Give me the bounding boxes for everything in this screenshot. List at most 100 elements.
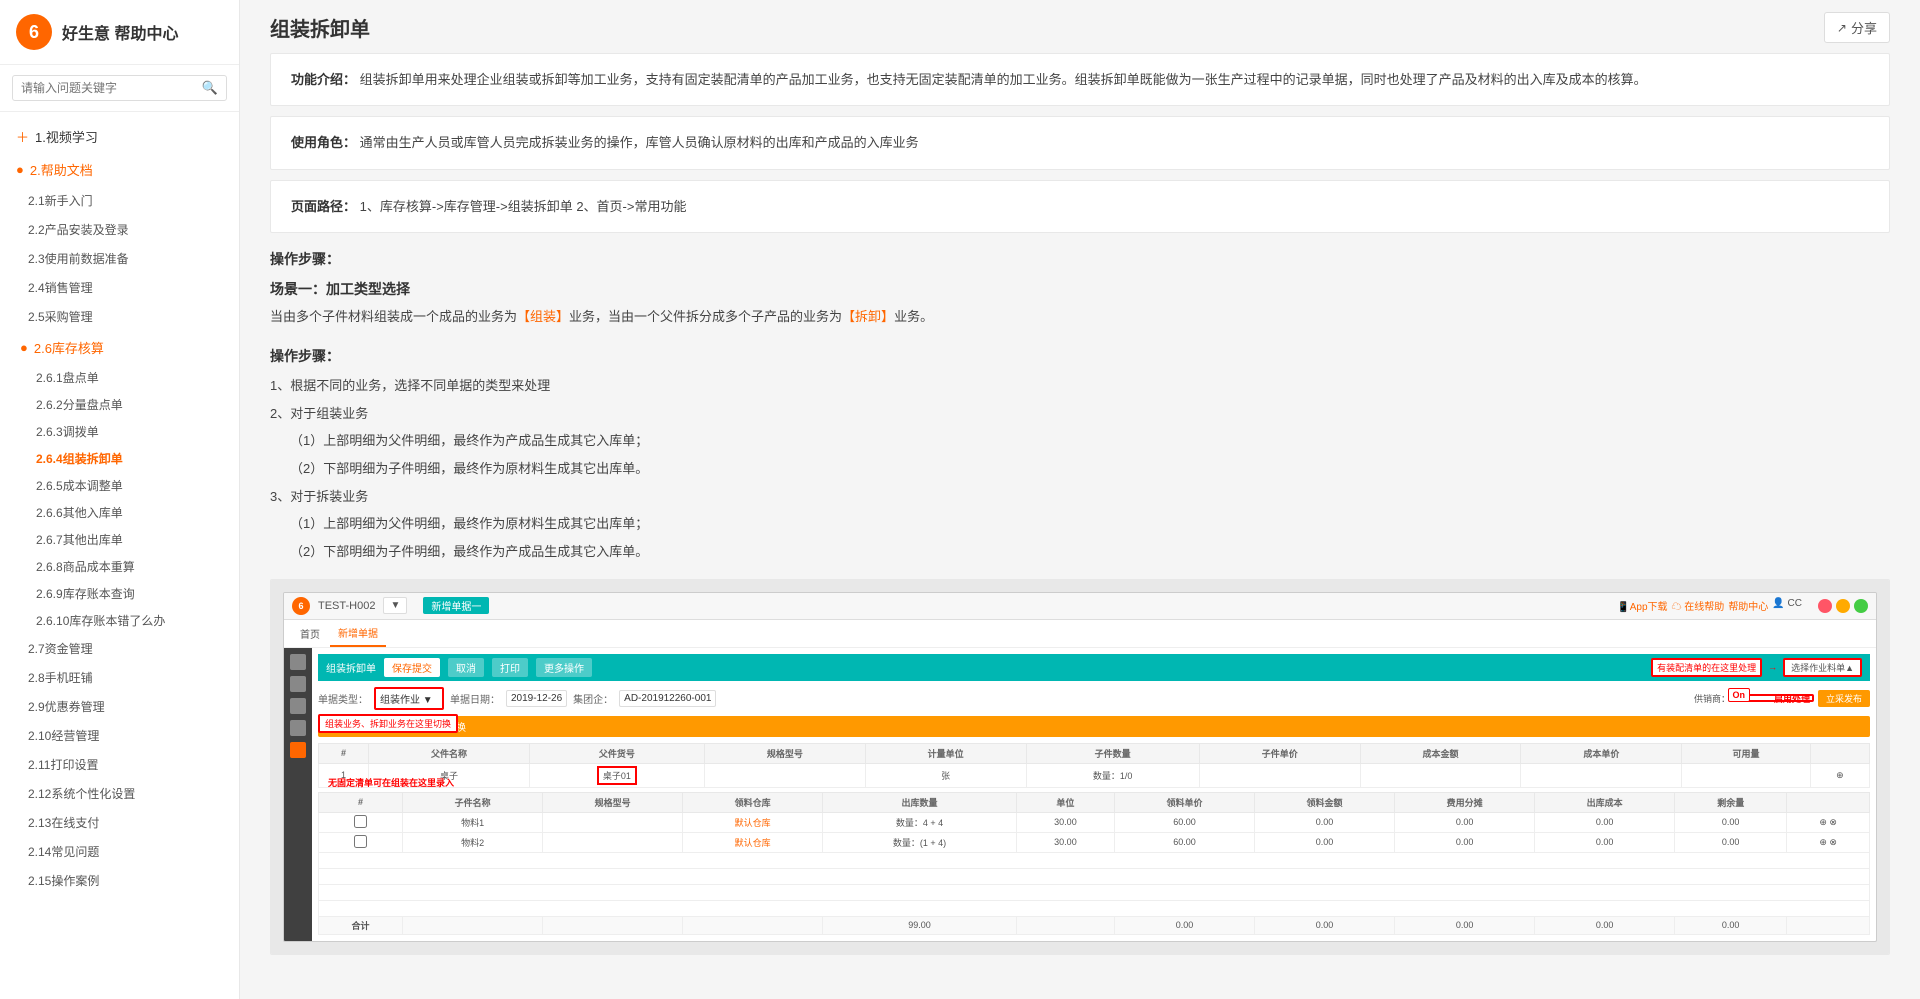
col-b-price: 领料单价: [1114, 792, 1254, 812]
confirm-btn[interactable]: 立采发布: [1818, 690, 1870, 707]
sidebar-item-account-wrong[interactable]: 2.6.10库存账本错了么办: [0, 607, 239, 634]
sidebar-item-docs[interactable]: ● 2.帮助文档: [0, 153, 239, 186]
sidebar-item-other-in[interactable]: 2.6.6其他入库单: [0, 499, 239, 526]
step3-sub2: （2）下部明细为子件明细，最终作为产成品生成其它入库单。: [270, 540, 1890, 565]
cell-b-remain1: 0.00: [1675, 812, 1787, 832]
top-bar: 组装拆卸单 ↗ 分享: [240, 0, 1920, 53]
save-submit-btn[interactable]: 保存提交: [384, 658, 440, 677]
sidebar-item-print[interactable]: 2.11打印设置: [0, 750, 239, 779]
sidebar-item-coupon[interactable]: 2.9优惠券管理: [0, 692, 239, 721]
sidebar-item-video[interactable]: ＋ 1.视频学习: [0, 120, 239, 153]
sidebar-item-stocktake[interactable]: 2.6.1盘点单: [0, 364, 239, 391]
sidebar-item-split-stocktake[interactable]: 2.6.2分量盘点单: [0, 391, 239, 418]
sidebar-item-online-pay[interactable]: 2.13在线支付: [0, 808, 239, 837]
col-b-warehouse: 领料仓库: [683, 792, 823, 812]
cell-action: ⊕: [1810, 763, 1869, 787]
sidebar-item-inventory[interactable]: ● 2.6库存核算: [0, 331, 239, 364]
app-company-dropdown[interactable]: ▼: [383, 597, 407, 614]
cell-total-5: [1016, 916, 1114, 934]
select-materials-btn[interactable]: 选择作业料单▲: [1783, 658, 1862, 677]
cell-b-amt1: 0.00: [1255, 812, 1395, 832]
sidebar-item-purchase[interactable]: 2.5采购管理: [0, 302, 239, 331]
path-text: 1、库存核算->库存管理->组装拆卸单 2、首页->常用功能: [360, 199, 687, 214]
annotation-enable: 启用处理: [1774, 692, 1810, 705]
steps-title: 操作步骤：: [270, 346, 1890, 366]
cell-b-cost1: 0.00: [1535, 812, 1675, 832]
sidebar-item-other-out[interactable]: 2.6.7其他出库单: [0, 526, 239, 553]
sku-input[interactable]: 桌子01: [597, 766, 637, 785]
sidebar-item-newcomer[interactable]: 2.1新手入门: [0, 186, 239, 215]
sidebar-item-fund[interactable]: 2.7资金管理: [0, 634, 239, 663]
cell-b-qty1: 数量：4 + 4: [823, 812, 1017, 832]
sidebar-item-mobile[interactable]: 2.8手机旺铺: [0, 663, 239, 692]
sidebar-item-cost-adjust[interactable]: 2.6.5成本调整单: [0, 472, 239, 499]
cancel-btn[interactable]: 取消: [448, 658, 484, 677]
table-row: 1 桌子 桌子01 张 数量：1/0: [319, 763, 1870, 787]
row-checkbox-1[interactable]: [354, 815, 367, 828]
cell-b-name1: 物料1: [403, 812, 543, 832]
sidebar-item-sales[interactable]: 2.4销售管理: [0, 273, 239, 302]
cell-available: [1682, 763, 1811, 787]
app-nav-new-doc[interactable]: 新增单据: [330, 620, 386, 647]
col-b-qty: 出库数量: [823, 792, 1017, 812]
search-input[interactable]: [21, 81, 202, 95]
col-b-unit: 单位: [1016, 792, 1114, 812]
sidebar-item-cases[interactable]: 2.15操作案例: [0, 866, 239, 895]
maximize-window-icon[interactable]: [1854, 599, 1868, 613]
nav-group-video: ＋ 1.视频学习: [0, 120, 239, 153]
sidebar-item-cost-recalc[interactable]: 2.6.8商品成本重算: [0, 553, 239, 580]
close-window-icon[interactable]: [1818, 599, 1832, 613]
intro-text: 组装拆卸单用来处理企业组装或拆卸等加工业务，支持有固定装配清单的产品加工业务，也…: [360, 72, 1647, 87]
form-input-type[interactable]: 组装作业 ▼: [374, 687, 444, 710]
cell-b-unit1: 30.00: [1016, 812, 1114, 832]
app-side-icon-4: [290, 720, 306, 736]
app-side-icon-2: [290, 676, 306, 692]
table-bottom-wrapper: 无固定清单可在组装在这里录入 # 子件名称 规格型号 领料仓库 出: [318, 792, 1870, 935]
scenario1-title: 场景一：加工类型选择: [270, 279, 1890, 299]
empty-row-4: [319, 868, 1870, 884]
cell-total-2: [543, 916, 683, 934]
cell-b-spec2: [543, 832, 683, 852]
cell-b-amt2: 0.00: [1255, 832, 1395, 852]
search-icon[interactable]: 🔍: [202, 80, 218, 96]
row-checkbox-2[interactable]: [354, 835, 367, 848]
sidebar-item-ops[interactable]: 2.10经营管理: [0, 721, 239, 750]
nav-sub-group-inventory: ● 2.6库存核算 2.6.1盘点单 2.6.2分量盘点单 2.6.3调拨单 2…: [0, 331, 239, 634]
share-button[interactable]: ↗ 分享: [1824, 12, 1890, 43]
cell-cost-amt: [1360, 763, 1521, 787]
arrow-right1: →: [1768, 662, 1777, 672]
sidebar-item-transfer[interactable]: 2.6.3调拨单: [0, 418, 239, 445]
cell-total-10: 0.00: [1675, 916, 1787, 934]
new-doc-btn[interactable]: 新增单据一: [423, 597, 489, 614]
empty-row-6: [319, 900, 1870, 916]
switcher-on-area: On: [1728, 688, 1751, 702]
annotation-no-bom: 无固定清单可在组装在这里录入: [328, 776, 454, 789]
screenshot-container: 6 TEST-H002 ▼ 新增单据一 📱App下载 ☁ 在线帮助 帮助中心 👤…: [270, 579, 1890, 955]
form-input-docnum[interactable]: AD-201912260-001: [619, 690, 716, 707]
form-input-date[interactable]: 2019-12-26: [506, 690, 567, 707]
annotation-right-area: 有装配清单的在这里处理 → 选择作业料单▲: [1651, 658, 1862, 677]
sidebar-item-prepare[interactable]: 2.3使用前数据准备: [0, 244, 239, 273]
col-b-child-name: 子件名称: [403, 792, 543, 812]
doc-type-label: 组装拆卸单: [326, 660, 376, 675]
table-row: [319, 852, 1870, 868]
col-parent-sku: 父件货号: [529, 743, 704, 763]
step2: 2、对于组装业务: [270, 402, 1890, 427]
print-btn[interactable]: 打印: [492, 658, 528, 677]
more-ops-btn[interactable]: 更多操作: [536, 658, 592, 677]
logo-area: 6 好生意 帮助中心: [0, 0, 239, 65]
page-title: 组装拆卸单: [270, 13, 370, 42]
cell-b-name2: 物料2: [403, 832, 543, 852]
logo-text: 好生意 帮助中心: [62, 20, 178, 44]
cell-total-label: 合计: [319, 916, 403, 934]
sidebar-item-assemble[interactable]: 2.6.4组装拆卸单: [0, 445, 239, 472]
app-nav-home[interactable]: 首页: [292, 621, 328, 646]
sidebar-item-stock-query[interactable]: 2.6.9库存账本查询: [0, 580, 239, 607]
sidebar-item-install[interactable]: 2.2产品安装及登录: [0, 215, 239, 244]
sidebar-item-custom[interactable]: 2.12系统个性化设置: [0, 779, 239, 808]
select-materials-label: 选择作业料单▲: [1791, 663, 1854, 673]
minimize-window-icon[interactable]: [1836, 599, 1850, 613]
sidebar-item-faq[interactable]: 2.14常见问题: [0, 837, 239, 866]
col-action: [1810, 743, 1869, 763]
cell-price: [1199, 763, 1360, 787]
